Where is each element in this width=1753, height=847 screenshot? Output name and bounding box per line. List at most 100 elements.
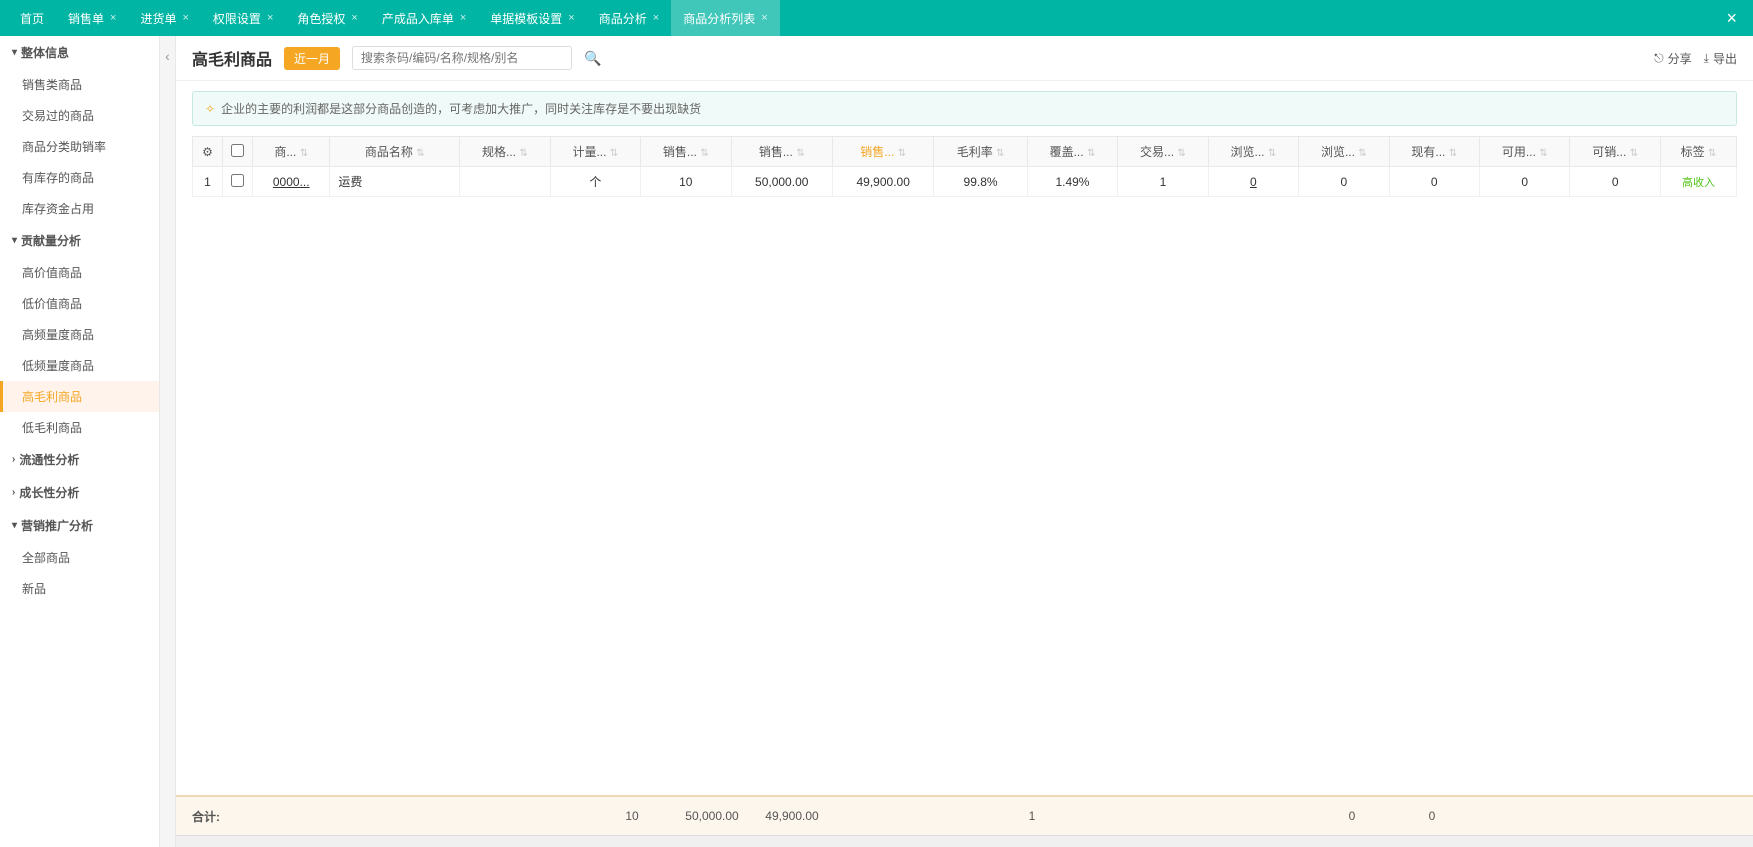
sidebar-group-marketing[interactable]: ▾ 营销推广分析 xyxy=(0,509,159,542)
select-all-checkbox[interactable] xyxy=(231,144,244,157)
export-button[interactable]: ⤓ 导出 xyxy=(1704,50,1737,67)
sort-icon: ⇅ xyxy=(416,148,424,159)
sidebar-group-circulation[interactable]: › 流通性分析 xyxy=(0,443,159,476)
header-actions: ⎋ 分享 ⤓ 导出 xyxy=(1654,50,1737,67)
cell-browse1[interactable]: 0 xyxy=(1208,167,1298,197)
info-banner: ✧ 企业的主要的利润都是这部分商品创造的，可考虑加大推广，同时关注库存是不要出现… xyxy=(192,91,1737,126)
sidebar-item-in-stock[interactable]: 有库存的商品 xyxy=(0,162,159,193)
close-icon[interactable]: × xyxy=(351,12,357,24)
chevron-right-icon: › xyxy=(12,454,15,465)
nav-tab-sales[interactable]: 销售单 × xyxy=(56,0,128,36)
close-icon[interactable]: × xyxy=(568,12,574,24)
col-available[interactable]: 可用... ⇅ xyxy=(1480,137,1570,167)
info-icon: ✧ xyxy=(205,102,215,116)
share-button[interactable]: ⎋ 分享 xyxy=(1654,50,1692,67)
col-sales-amount[interactable]: 销售... ⇅ xyxy=(731,137,832,167)
sidebar-item-low-freq[interactable]: 低频量度商品 xyxy=(0,350,159,381)
share-icon: ⎋ xyxy=(1654,51,1664,66)
close-all-tabs-button[interactable]: × xyxy=(1718,8,1745,29)
col-settings[interactable]: ⚙ xyxy=(193,137,223,167)
sidebar-toggle-button[interactable]: ‹ xyxy=(160,36,176,847)
col-sales-qty[interactable]: 销售... ⇅ xyxy=(641,137,731,167)
cell-current: 0 xyxy=(1389,167,1479,197)
cell-unit: 个 xyxy=(550,167,640,197)
cell-sales-cost: 49,900.00 xyxy=(832,167,933,197)
row-checkbox[interactable] xyxy=(231,174,244,187)
nav-tab-template[interactable]: 单据模板设置 × xyxy=(478,0,586,36)
sidebar-item-high-margin[interactable]: 高毛利商品 xyxy=(0,381,159,412)
sidebar-group-contribution[interactable]: ▾ 贡献量分析 xyxy=(0,224,159,257)
col-sales-cost[interactable]: 销售... ⇅ xyxy=(832,137,933,167)
sort-icon: ⇅ xyxy=(1177,148,1185,159)
cell-code[interactable]: 0000... xyxy=(253,167,330,197)
cell-name[interactable]: 运费 xyxy=(330,167,460,197)
col-spec[interactable]: 规格... ⇅ xyxy=(460,137,550,167)
data-table-container: ⚙ 商... ⇅ 商品名称 ⇅ 规格... ⇅ 计量... ⇅ 销售... ⇅ … xyxy=(176,136,1753,795)
col-trade[interactable]: 交易... ⇅ xyxy=(1118,137,1208,167)
table-row: 1 0000... 运费 个 10 50,000.00 49,900.00 99… xyxy=(193,167,1737,197)
close-icon[interactable]: × xyxy=(653,12,659,24)
chevron-down-icon: ▾ xyxy=(12,47,17,58)
sidebar-item-capital[interactable]: 库存资金占用 xyxy=(0,193,159,224)
close-icon[interactable]: × xyxy=(110,12,116,24)
nav-tab-purchase[interactable]: 进货单 × xyxy=(128,0,200,36)
sidebar-item-low-value[interactable]: 低价值商品 xyxy=(0,288,159,319)
cell-checkbox[interactable] xyxy=(223,167,253,197)
sidebar-item-high-value[interactable]: 高价值商品 xyxy=(0,257,159,288)
cell-tag: 高收入 xyxy=(1660,167,1736,197)
col-current[interactable]: 现有... ⇅ xyxy=(1389,137,1479,167)
data-table: ⚙ 商... ⇅ 商品名称 ⇅ 规格... ⇅ 计量... ⇅ 销售... ⇅ … xyxy=(192,136,1737,197)
cell-gross-rate: 99.8% xyxy=(934,167,1027,197)
main-container: ▾ 整体信息 销售类商品 交易过的商品 商品分类助销率 有库存的商品 库存资金占… xyxy=(0,36,1753,847)
sidebar-item-new-goods[interactable]: 新品 xyxy=(0,573,159,604)
search-button[interactable]: 🔍 xyxy=(584,50,601,67)
sidebar-item-low-margin[interactable]: 低毛利商品 xyxy=(0,412,159,443)
sort-icon: ⇅ xyxy=(519,148,527,159)
sidebar-item-high-freq[interactable]: 高频量度商品 xyxy=(0,319,159,350)
cell-sales-qty: 10 xyxy=(641,167,731,197)
footer-cell-sales-cost: 49,900.00 xyxy=(752,809,832,823)
sidebar-item-sales-goods[interactable]: 销售类商品 xyxy=(0,69,159,100)
sidebar-item-traded-goods[interactable]: 交易过的商品 xyxy=(0,100,159,131)
horizontal-scrollbar[interactable] xyxy=(176,835,1753,847)
footer-cell-sales-qty: 10 xyxy=(592,809,672,823)
nav-tab-inventory[interactable]: 产成品入库单 × xyxy=(370,0,478,36)
col-tag[interactable]: 标签 ⇅ xyxy=(1660,137,1736,167)
sidebar-group-growth[interactable]: › 成长性分析 xyxy=(0,476,159,509)
nav-tab-analysis[interactable]: 商品分析 × xyxy=(587,0,671,36)
sort-icon: ⇅ xyxy=(610,148,618,159)
sort-icon: ⇅ xyxy=(1449,148,1457,159)
col-checkbox[interactable] xyxy=(223,137,253,167)
col-cover-rate[interactable]: 覆盖... ⇅ xyxy=(1027,137,1117,167)
footer-total-row: 合计: 10 50,000.00 49,900.00 1 0 0 xyxy=(176,795,1753,835)
footer-cell-empty6 xyxy=(912,809,992,823)
content-header: 高毛利商品 近一月 🔍 ⎋ 分享 ⤓ 导出 xyxy=(176,36,1753,81)
top-navigation: 首页 销售单 × 进货单 × 权限设置 × 角色授权 × 产成品入库单 × 单据… xyxy=(0,0,1753,36)
sort-icon: ⇅ xyxy=(1268,148,1276,159)
close-icon[interactable]: × xyxy=(267,12,273,24)
nav-tab-analysis-list[interactable]: 商品分析列表 × xyxy=(671,0,779,36)
col-gross-rate[interactable]: 毛利率 ⇅ xyxy=(934,137,1027,167)
close-icon[interactable]: × xyxy=(460,12,466,24)
sort-icon: ⇅ xyxy=(1630,148,1638,159)
sidebar-group-overview[interactable]: ▾ 整体信息 xyxy=(0,36,159,69)
col-browse1[interactable]: 浏览... ⇅ xyxy=(1208,137,1298,167)
cell-trade: 1 xyxy=(1118,167,1208,197)
nav-tab-permission[interactable]: 权限设置 × xyxy=(201,0,285,36)
close-icon[interactable]: × xyxy=(761,12,767,24)
sidebar-item-category-rate[interactable]: 商品分类助销率 xyxy=(0,131,159,162)
sidebar: ▾ 整体信息 销售类商品 交易过的商品 商品分类助销率 有库存的商品 库存资金占… xyxy=(0,36,160,847)
col-unit[interactable]: 计量... ⇅ xyxy=(550,137,640,167)
search-input[interactable] xyxy=(352,46,572,70)
footer-cell-empty9 xyxy=(1232,809,1312,823)
close-icon[interactable]: × xyxy=(182,12,188,24)
col-browse2[interactable]: 浏览... ⇅ xyxy=(1299,137,1389,167)
sort-icon: ⇅ xyxy=(1539,148,1547,159)
nav-tab-home[interactable]: 首页 xyxy=(8,0,56,36)
sidebar-item-all-goods[interactable]: 全部商品 xyxy=(0,542,159,573)
filter-period-button[interactable]: 近一月 xyxy=(284,47,340,70)
col-name[interactable]: 商品名称 ⇅ xyxy=(330,137,460,167)
col-saleable[interactable]: 可销... ⇅ xyxy=(1570,137,1660,167)
col-code[interactable]: 商... ⇅ xyxy=(253,137,330,167)
nav-tab-role[interactable]: 角色授权 × xyxy=(285,0,369,36)
